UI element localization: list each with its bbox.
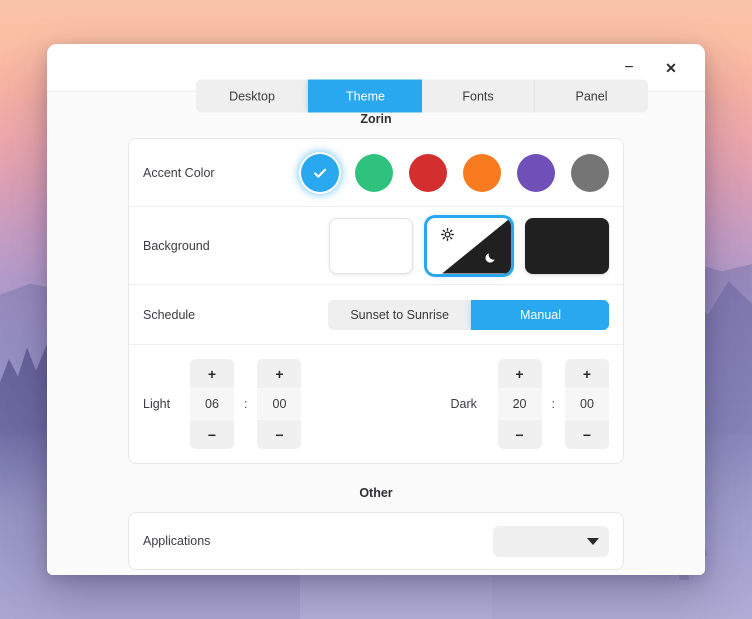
close-button[interactable]: ✕	[659, 56, 683, 80]
accent-color-label: Accent Color	[143, 165, 215, 180]
section-title-zorin: Zorin	[360, 112, 392, 126]
light-time-group: Light + 06 − : + 00 −	[143, 359, 302, 449]
light-minutes-increment[interactable]: +	[257, 359, 302, 389]
dark-minutes-value[interactable]: 00	[565, 389, 609, 419]
dark-hours-decrement[interactable]: −	[497, 419, 542, 449]
dark-hours-value[interactable]: 20	[497, 389, 542, 419]
background-options	[329, 217, 609, 274]
moon-icon	[485, 252, 495, 263]
light-hours-stepper: + 06 −	[190, 359, 234, 449]
window-controls: − ✕	[617, 56, 693, 80]
auto-dark-half	[442, 217, 511, 274]
applications-row: Applications	[129, 513, 623, 569]
schedule-option-manual[interactable]: Manual	[472, 299, 609, 330]
schedule-control: Sunset to Sunrise Manual	[328, 299, 609, 330]
tab-theme[interactable]: Theme	[309, 79, 422, 113]
accent-swatch-grey[interactable]	[571, 153, 609, 192]
schedule-label: Schedule	[143, 307, 196, 322]
other-settings-card: Applications	[128, 512, 624, 570]
light-hours-decrement[interactable]: −	[190, 419, 234, 449]
other-section: Other Applications	[47, 486, 705, 570]
schedule-segmented-control: Sunset to Sunrise Manual	[328, 299, 609, 330]
tab-desktop[interactable]: Desktop	[196, 79, 309, 113]
accent-swatch-purple[interactable]	[517, 153, 555, 192]
applications-dropdown[interactable]	[493, 525, 609, 557]
dark-minutes-increment[interactable]: +	[565, 359, 609, 389]
background-label: Background	[143, 238, 210, 253]
dark-time-group: Dark + 20 − : + 00 −	[451, 359, 609, 449]
tab-fonts[interactable]: Fonts	[422, 79, 535, 113]
schedule-times-row: Light + 06 − : + 00 − Dark + 20 −: + 00…	[129, 345, 623, 463]
background-option-light[interactable]	[329, 217, 413, 274]
chevron-down-icon	[587, 537, 599, 545]
accent-swatch-blue[interactable]	[301, 153, 339, 192]
schedule-option-sunset-to-sunrise[interactable]: Sunset to Sunrise	[328, 299, 472, 330]
light-hours-value[interactable]: 06	[190, 389, 234, 419]
section-title-other: Other	[359, 486, 393, 500]
tab-panel[interactable]: Panel	[535, 79, 648, 113]
zorin-settings-card: Accent Color Background Schedule Sunset …	[128, 138, 624, 464]
window-titlebar: Desktop Theme Fonts Panel − ✕	[47, 44, 705, 113]
dark-hours-increment[interactable]: +	[497, 359, 542, 389]
dark-hours-stepper: + 20 −	[497, 359, 542, 449]
light-time-separator: :	[244, 397, 248, 411]
light-time-label: Light	[143, 397, 171, 411]
dark-minutes-decrement[interactable]: −	[565, 419, 609, 449]
light-minutes-decrement[interactable]: −	[257, 419, 302, 449]
background-row: Background	[129, 207, 623, 285]
minimize-button[interactable]: −	[617, 56, 641, 80]
light-minutes-value[interactable]: 00	[257, 389, 302, 419]
settings-content: Zorin Accent Color Background Schedule S…	[47, 92, 705, 575]
light-hours-increment[interactable]: +	[190, 359, 234, 389]
background-option-dark[interactable]	[525, 217, 609, 274]
accent-color-swatches	[301, 153, 609, 192]
check-icon	[313, 168, 327, 178]
dark-time-separator: :	[551, 397, 555, 411]
schedule-row: Schedule Sunset to Sunrise Manual	[129, 285, 623, 345]
accent-swatch-green[interactable]	[355, 153, 393, 192]
light-minutes-stepper: + 00 −	[257, 359, 302, 449]
tab-bar: Desktop Theme Fonts Panel	[196, 79, 648, 113]
sun-icon	[441, 227, 454, 241]
applications-label: Applications	[143, 534, 211, 548]
zorin-appearance-window: Desktop Theme Fonts Panel − ✕ Zorin Acce…	[47, 44, 705, 575]
accent-swatch-orange[interactable]	[463, 153, 501, 192]
background-option-auto[interactable]	[427, 217, 511, 274]
dark-time-label: Dark	[450, 397, 477, 411]
dark-minutes-stepper: + 00 −	[565, 359, 609, 449]
accent-swatch-red[interactable]	[409, 153, 447, 192]
accent-color-row: Accent Color	[129, 139, 623, 207]
